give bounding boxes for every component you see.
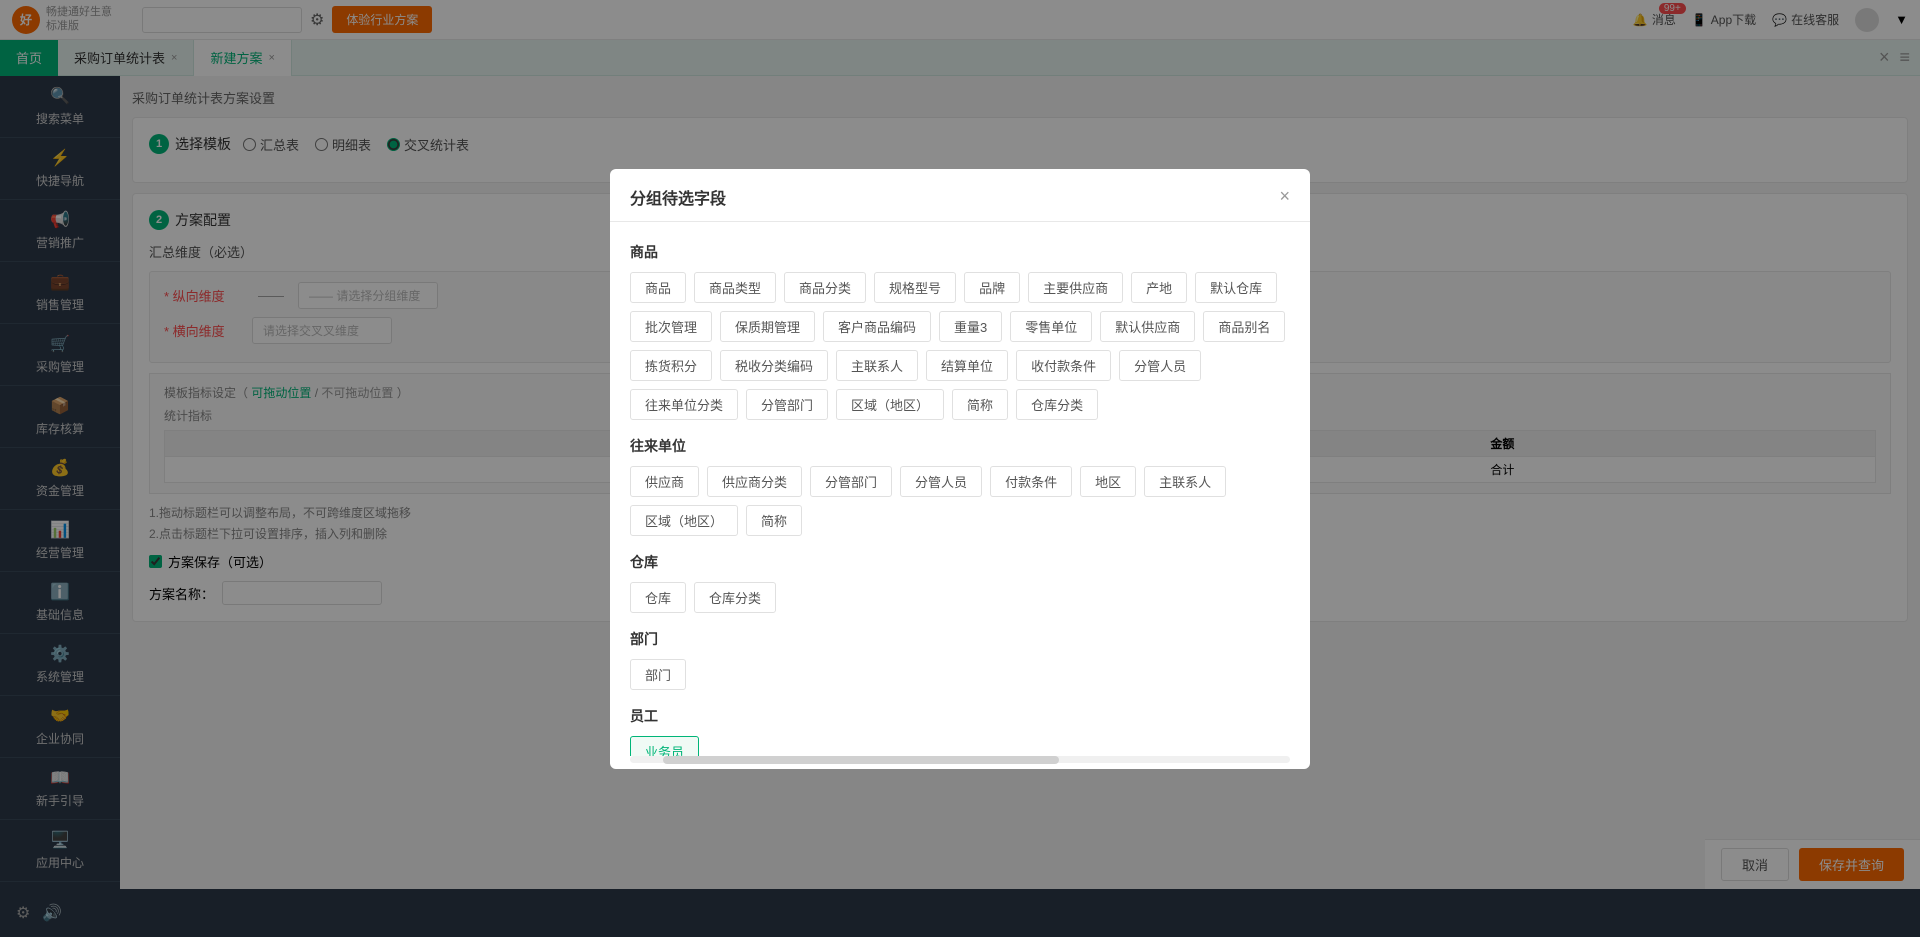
field-tag[interactable]: 部门 [630,659,686,690]
field-tags-部门: 部门 [630,659,1290,690]
field-tag[interactable]: 仓库 [630,582,686,613]
section-title-员工: 员工 [630,706,1290,726]
field-tag[interactable]: 分管人员 [1119,350,1201,381]
field-tags-员工: 业务员 [630,736,1290,757]
field-tag[interactable]: 规格型号 [874,272,956,303]
field-tag[interactable]: 拣货积分 [630,350,712,381]
modal-overlay: 分组待选字段 × 商品商品商品类型商品分类规格型号品牌主要供应商产地默认仓库批次… [0,0,1920,937]
field-tag[interactable]: 商品分类 [784,272,866,303]
field-tag[interactable]: 主联系人 [1144,466,1226,497]
field-tag[interactable]: 结算单位 [926,350,1008,381]
field-tag[interactable]: 供应商分类 [707,466,802,497]
modal-title: 分组待选字段 [630,185,726,209]
field-tag[interactable]: 商品类型 [694,272,776,303]
field-tag[interactable]: 零售单位 [1010,311,1092,342]
field-tags-商品: 商品商品类型商品分类规格型号品牌主要供应商产地默认仓库批次管理保质期管理客户商品… [630,272,1290,420]
field-tag[interactable]: 主联系人 [836,350,918,381]
field-tag[interactable]: 简称 [952,389,1008,420]
field-tag[interactable]: 地区 [1080,466,1136,497]
modal-close-button[interactable]: × [1279,186,1290,207]
field-tag[interactable]: 默认供应商 [1100,311,1195,342]
modal-hscroll-thumb [663,756,1059,764]
modal-header: 分组待选字段 × [610,169,1310,222]
field-tag[interactable]: 仓库分类 [1016,389,1098,420]
field-tag[interactable]: 商品 [630,272,686,303]
section-title-往来单位: 往来单位 [630,436,1290,456]
field-tag[interactable]: 产地 [1131,272,1187,303]
field-tag[interactable]: 分管人员 [900,466,982,497]
field-tag[interactable]: 税收分类编码 [720,350,828,381]
modal-body: 商品商品商品类型商品分类规格型号品牌主要供应商产地默认仓库批次管理保质期管理客户… [610,222,1310,757]
field-tag[interactable]: 分管部门 [746,389,828,420]
field-tag[interactable]: 重量3 [939,311,1002,342]
field-tag[interactable]: 商品别名 [1203,311,1285,342]
field-tag[interactable]: 供应商 [630,466,699,497]
field-tag[interactable]: 客户商品编码 [823,311,931,342]
section-title-仓库: 仓库 [630,552,1290,572]
field-tag[interactable]: 收付款条件 [1016,350,1111,381]
field-tag[interactable]: 保质期管理 [720,311,815,342]
field-tag[interactable]: 主要供应商 [1028,272,1123,303]
field-tag[interactable]: 付款条件 [990,466,1072,497]
field-tag[interactable]: 区域（地区） [836,389,944,420]
field-tags-往来单位: 供应商供应商分类分管部门分管人员付款条件地区主联系人区域（地区） 简称 [630,466,1290,536]
field-tags-仓库: 仓库仓库分类 [630,582,1290,613]
field-tag[interactable]: 业务员 [630,736,699,757]
field-tag[interactable]: 分管部门 [810,466,892,497]
field-tag[interactable]: 仓库分类 [694,582,776,613]
field-tag[interactable]: 品牌 [964,272,1020,303]
field-tag[interactable]: 简称 [746,505,802,536]
modal-hscroll[interactable] [630,756,1290,762]
field-tag[interactable]: 往来单位分类 [630,389,738,420]
field-selection-modal: 分组待选字段 × 商品商品商品类型商品分类规格型号品牌主要供应商产地默认仓库批次… [610,169,1310,769]
section-title-商品: 商品 [630,242,1290,262]
field-tag[interactable]: 区域（地区） [630,505,738,536]
section-title-部门: 部门 [630,629,1290,649]
field-tag[interactable]: 批次管理 [630,311,712,342]
field-tag[interactable]: 默认仓库 [1195,272,1277,303]
